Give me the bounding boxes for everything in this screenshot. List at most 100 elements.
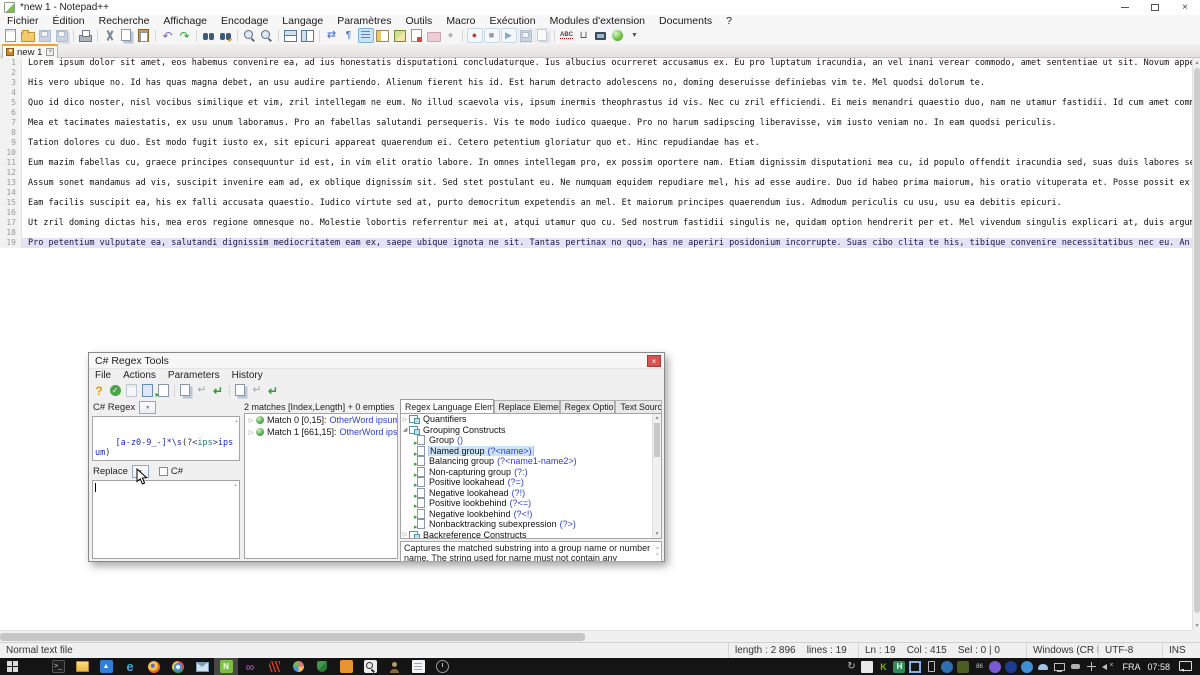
menu-item-fichier[interactable]: Fichier	[0, 15, 46, 27]
search-app-icon[interactable]	[358, 658, 382, 675]
expand-icon[interactable]: ◢	[401, 426, 409, 433]
replace-icon[interactable]	[218, 28, 234, 43]
dialog-tab-regex-language-elements[interactable]: Regex Language Elements	[400, 399, 494, 413]
expand-icon[interactable]: ▷	[247, 417, 255, 424]
editor-line[interactable]: 16	[0, 208, 1192, 218]
show-symbols-icon[interactable]: ¶	[341, 28, 357, 43]
dialog-close-button[interactable]: ×	[647, 355, 661, 367]
editor-line[interactable]: 1Lorem ipsum dolor sit amet, eos habemus…	[0, 58, 1192, 68]
edge-icon[interactable]: e	[118, 658, 142, 675]
editor-line[interactable]: 17Ut zril doming dictas his, mea eros re…	[0, 218, 1192, 228]
menu-item-dition[interactable]: Édition	[46, 15, 92, 27]
tray-blue-orb-icon[interactable]	[1021, 660, 1034, 673]
taskbar-clock[interactable]: 07:58	[1147, 662, 1170, 672]
horizontal-scrollbar[interactable]	[0, 630, 1192, 642]
editor-line[interactable]: 8	[0, 128, 1192, 138]
volume-muted-icon[interactable]	[1101, 660, 1114, 673]
save-session-icon[interactable]	[156, 384, 171, 398]
document-map-icon[interactable]	[392, 28, 408, 43]
run-match-icon[interactable]: ↵	[211, 384, 226, 398]
menu-item-param-tres[interactable]: Paramètres	[330, 15, 398, 27]
contacts-icon[interactable]	[382, 658, 406, 675]
tree-item-non-capturing-group[interactable]: Non-capturing group(?:)	[401, 467, 661, 478]
editor-line[interactable]: 4	[0, 88, 1192, 98]
tree-item-negative-lookahead[interactable]: Negative lookahead(?!)	[401, 488, 661, 499]
tree-item-grouping-constructs[interactable]: ◢Grouping Constructs	[401, 425, 661, 436]
editor-line[interactable]: 7Mea et tacimates maiestatis, ex usu unu…	[0, 118, 1192, 128]
close-button[interactable]: ×	[1170, 0, 1200, 15]
expand-icon[interactable]: ▷	[401, 416, 409, 423]
box-app-icon[interactable]	[334, 658, 358, 675]
tree-item-positive-lookahead[interactable]: Positive lookahead(?=)	[401, 477, 661, 488]
tray-k-app-icon[interactable]: K	[877, 660, 890, 673]
language-indicator[interactable]: FRA	[1122, 662, 1140, 672]
visual-studio-icon[interactable]: ∞	[238, 658, 262, 675]
claw-app-icon[interactable]	[262, 658, 286, 675]
redo-icon[interactable]: ↷	[177, 28, 193, 43]
plugin-orb-icon[interactable]	[610, 28, 626, 43]
tab-close-icon[interactable]: ×	[46, 48, 54, 56]
run-replace-icon[interactable]: ↵	[266, 384, 281, 398]
send-matches-icon[interactable]: ↵	[195, 384, 210, 398]
editor-line[interactable]: 6	[0, 108, 1192, 118]
editor-line[interactable]: 11Eum mazim fabellas cu, graece principe…	[0, 158, 1192, 168]
notes-icon[interactable]	[406, 658, 430, 675]
function-list-icon[interactable]	[375, 28, 391, 43]
tray-sync-icon[interactable]: ↻	[845, 660, 858, 673]
spell-check-icon[interactable]: ABC	[559, 28, 575, 43]
scroll-up-icon[interactable]: ▲	[1193, 58, 1200, 67]
new-session-icon[interactable]	[124, 384, 139, 398]
copy-icon[interactable]	[119, 28, 135, 43]
open-folder-icon[interactable]	[20, 28, 36, 43]
terminal-icon[interactable]: >_	[46, 658, 70, 675]
tree-item-named-group[interactable]: Named group(?<name>)	[401, 446, 661, 457]
new-file-icon[interactable]	[3, 28, 19, 43]
tray-cloud-icon[interactable]	[1037, 660, 1050, 673]
insert-mode-status[interactable]: INS	[1162, 643, 1200, 659]
editor-line[interactable]: 14	[0, 188, 1192, 198]
sync-vertical-icon[interactable]	[283, 28, 299, 43]
word-wrap-icon[interactable]: ⇄	[324, 28, 340, 43]
paint-icon[interactable]	[286, 658, 310, 675]
start-button[interactable]	[0, 658, 24, 675]
dialog-menu-item-file[interactable]: File	[89, 370, 117, 382]
defender-icon[interactable]	[310, 658, 334, 675]
regex-history-dropdown[interactable]: ▼	[139, 401, 156, 414]
dialog-tab-text-source[interactable]: Text Source	[615, 400, 662, 413]
vertical-scrollbar-thumb[interactable]	[1194, 68, 1200, 613]
record-macro-icon[interactable]: ●	[467, 28, 483, 43]
tree-item-negative-lookbehind[interactable]: Negative lookbehind(?<!)	[401, 509, 661, 520]
save-macro-icon[interactable]	[518, 28, 534, 43]
editor-line[interactable]: 2	[0, 68, 1192, 78]
sync-horizontal-icon[interactable]	[300, 28, 316, 43]
menu-item-documents[interactable]: Documents	[652, 15, 719, 27]
file-explorer-icon[interactable]	[70, 658, 94, 675]
editor-line[interactable]: 15Eam facilis suscipit ea, his ex falli …	[0, 198, 1192, 208]
editor-line[interactable]: 9Tation dolores cu duo. Est modo fugit i…	[0, 138, 1192, 148]
tree-item-backreference-constructs[interactable]: ▷Backreference Constructs	[401, 530, 661, 540]
tray-86-icon[interactable]: 86	[973, 660, 986, 673]
editor-line[interactable]: 18	[0, 228, 1192, 238]
tray-h-app-icon[interactable]: H	[893, 660, 906, 673]
menu-item-recherche[interactable]: Recherche	[92, 15, 157, 27]
editor-line[interactable]: 5Quo id dico noster, nisl vocibus simili…	[0, 98, 1192, 108]
tree-item-balancing-group[interactable]: Balancing group(?<name1-name2>)	[401, 456, 661, 467]
tray-dock-icon[interactable]	[1069, 660, 1082, 673]
maximize-button[interactable]	[1140, 0, 1170, 15]
menu-item-encodage[interactable]: Encodage	[214, 15, 275, 27]
stop-macro-icon[interactable]: ■	[484, 28, 500, 43]
dialog-tab-regex-options[interactable]: Regex Options	[560, 400, 616, 413]
dialog-menu-item-history[interactable]: History	[226, 370, 269, 382]
toolbar-overflow-icon[interactable]: ▼	[627, 28, 643, 43]
save-all-icon[interactable]	[54, 28, 70, 43]
editor-line[interactable]: 12	[0, 168, 1192, 178]
tray-vm-icon[interactable]	[909, 660, 922, 673]
action-center-icon[interactable]	[1178, 660, 1192, 673]
folder-workspace-icon[interactable]	[426, 28, 442, 43]
validate-icon[interactable]	[108, 384, 123, 398]
snapshot-icon[interactable]	[593, 28, 609, 43]
tray-display-icon[interactable]	[1053, 660, 1066, 673]
dialog-title-bar[interactable]: C# Regex Tools	[89, 353, 664, 369]
find-icon[interactable]	[201, 28, 217, 43]
expand-icon[interactable]: ▷	[247, 429, 255, 436]
